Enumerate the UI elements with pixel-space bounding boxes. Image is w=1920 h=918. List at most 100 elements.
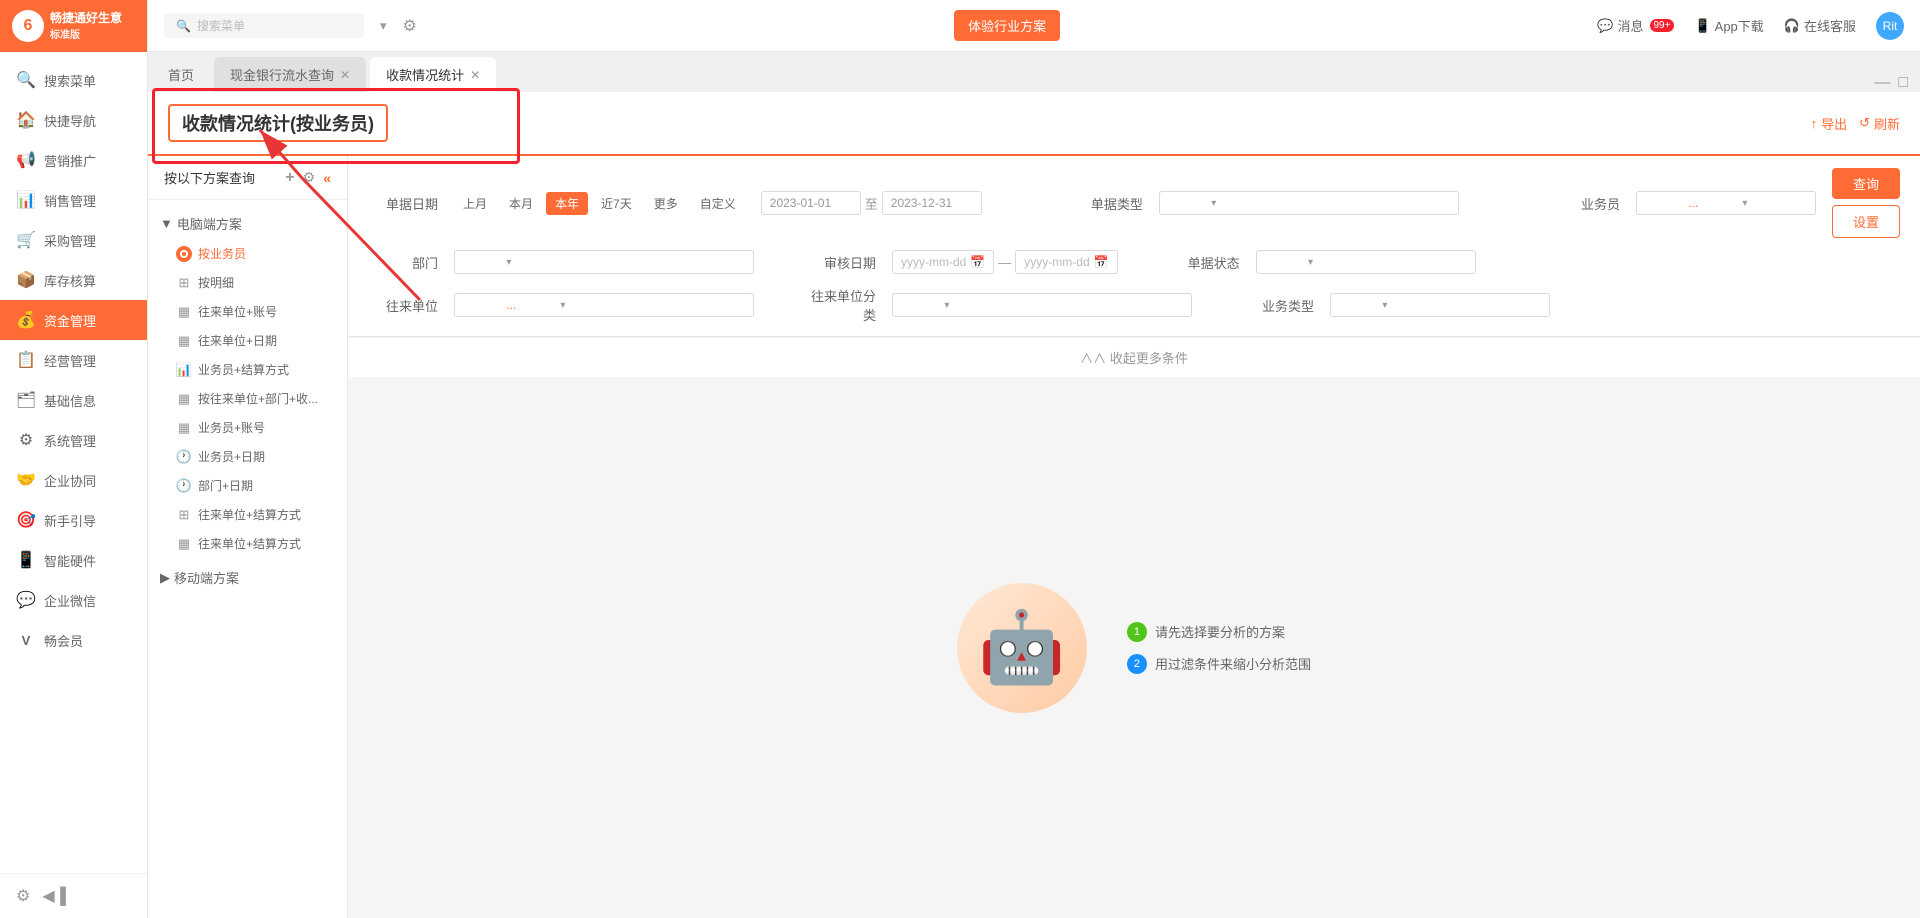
tree-child-by-salesman[interactable]: 按业务员 [148,239,347,268]
promo-button[interactable]: 体验行业方案 [954,10,1060,41]
tree-parent-desktop[interactable]: ▼ 电脑端方案 [148,208,347,239]
main-content: 🔍 搜索菜单 ▾ ⚙ 体验行业方案 💬 消息 99+ 📱 App下载 🎧 在线客… [148,0,1920,918]
tab-bar: 首页 现金银行流水查询 ✕ 收款情况统计 ✕ — □ [148,52,1920,92]
shortcut-this-month[interactable]: 本月 [500,192,542,215]
sidebar-item-purchase[interactable]: 🛒 采购管理 [0,220,147,260]
tree-parent-label: 移动端方案 [174,568,239,587]
add-scheme-icon[interactable]: + [285,169,294,187]
tree-child-partner-date[interactable]: ▦ 往来单位+日期 [148,326,347,355]
right-panel: 单据日期 上月 本月 本年 近7天 更多 自定义 2023-01-01 [348,156,1920,918]
dept-date-icon: 🕐 [176,478,192,494]
dept-select[interactable]: ▾ [454,250,754,274]
review-date-to[interactable]: yyyy-mm-dd 📅 [1015,250,1117,274]
sidebar-item-wechat[interactable]: 💬 企业微信 [0,580,147,620]
sidebar-item-search-menu[interactable]: 🔍 搜索菜单 [0,60,147,100]
sidebar-item-basic-info[interactable]: 🗂 基础信息 [0,380,147,420]
calendar-from-icon: 📅 [970,255,985,269]
collapse-sidebar-icon[interactable]: ◀▐ [42,886,66,906]
refresh-button[interactable]: ↺ 刷新 [1859,114,1900,133]
partner-category-select[interactable]: ▾ [892,293,1192,317]
salesman-more-btn[interactable]: ... [1688,196,1698,210]
scheme-settings-icon[interactable]: ⚙ [303,169,316,186]
settings-bottom-icon[interactable]: ⚙ [16,886,30,906]
business-type-label: 业务类型 [1244,296,1314,315]
shortcut-more[interactable]: 更多 [645,192,687,215]
sidebar-item-marketing[interactable]: 📢 营销推广 [0,140,147,180]
page-title: 收款情况统计(按业务员) [168,104,388,142]
app-download-group[interactable]: 📱 App下载 [1694,16,1763,35]
page-content: 收款情况统计(按业务员) ↑ 导出 ↺ 刷新 按以下方案查询 + [148,92,1920,918]
doc-type-select[interactable]: ▾ [1159,191,1459,215]
sidebar-item-enterprise[interactable]: 🤝 企业协同 [0,460,147,500]
sidebar-item-sales[interactable]: 📊 销售管理 [0,180,147,220]
tree-child-label: 业务员+结算方式 [198,361,289,378]
tree-child-partner-settle1[interactable]: ⊞ 往来单位+结算方式 [148,500,347,529]
date-from-input[interactable]: 2023-01-01 [761,191,861,215]
salesman-label: 业务员 [1550,194,1620,213]
tab-bank-flow-label: 现金银行流水查询 [230,65,334,84]
tree-child-partner-account[interactable]: ▦ 往来单位+账号 [148,297,347,326]
tree-child-label: 往来单位+账号 [198,303,277,320]
partner-more-btn[interactable]: ... [506,298,516,312]
sidebar-item-sys-mgmt[interactable]: ⚙ 系统管理 [0,420,147,460]
shortcut-custom[interactable]: 自定义 [691,192,745,215]
sidebar-item-quick-nav[interactable]: 🏠 快捷导航 [0,100,147,140]
dept-label: 部门 [368,253,438,272]
collapse-bar[interactable]: ∧∧ 收起更多条件 [348,337,1920,377]
search-button[interactable]: 查询 [1832,168,1900,199]
tab-bank-flow-close[interactable]: ✕ [340,68,350,82]
tree-parent-mobile[interactable]: ▶ 移动端方案 [148,562,347,593]
sidebar-item-inventory[interactable]: 📦 库存核算 [0,260,147,300]
tree-child-dept-date[interactable]: 🕐 部门+日期 [148,471,347,500]
date-range: 2023-01-01 至 2023-12-31 [761,191,982,215]
tab-collection-stats[interactable]: 收款情况统计 ✕ [370,57,496,92]
review-date-label: 审核日期 [806,253,876,272]
salesman-select[interactable]: ... ▾ [1636,191,1816,215]
shortcut-7days[interactable]: 近7天 [592,192,641,215]
shortcut-last-month[interactable]: 上月 [454,192,496,215]
export-button[interactable]: ↑ 导出 [1811,114,1848,133]
tree-child-label: 往来单位+结算方式 [198,506,301,523]
dropdown-arrow-icon[interactable]: ▾ [380,18,387,34]
doc-status-select[interactable]: ▾ [1256,250,1476,274]
sidebar-item-capital[interactable]: 💰 资金管理 [0,300,147,340]
tab-home[interactable]: 首页 [152,57,210,92]
partner-select[interactable]: ... ▾ [454,293,754,317]
tree-child-salesman-account[interactable]: ▦ 业务员+账号 [148,413,347,442]
sidebar-item-label: 智能硬件 [44,551,96,570]
tree-child-partner-dept[interactable]: ▦ 按往来单位+部门+收... [148,384,347,413]
calendar-to-icon: 📅 [1094,255,1109,269]
header-promo-btn[interactable]: 体验行业方案 [954,10,1060,41]
tree-child-by-detail[interactable]: ⊞ 按明细 [148,268,347,297]
review-date-from[interactable]: yyyy-mm-dd 📅 [892,250,994,274]
header-search[interactable]: 🔍 搜索菜单 [164,13,364,38]
business-type-select[interactable]: ▾ [1330,293,1550,317]
empty-tip-2: 2 用过滤条件来缩小分析范围 [1127,654,1311,674]
date-label: 单据日期 [368,194,438,213]
maximize-icon[interactable]: □ [1898,74,1908,92]
sidebar-item-member[interactable]: V 畅会员 [0,620,147,660]
shortcut-this-year[interactable]: 本年 [546,192,588,215]
collapse-panel-icon[interactable]: « [323,170,331,186]
minimize-icon[interactable]: — [1874,74,1890,92]
sidebar-item-smart-hardware[interactable]: 📱 智能硬件 [0,540,147,580]
settings-button[interactable]: 设置 [1832,205,1900,238]
tab-collection-stats-close[interactable]: ✕ [470,68,480,82]
tree-child-label: 往来单位+结算方式 [198,535,301,552]
date-to-input[interactable]: 2023-12-31 [882,191,982,215]
tab-collection-stats-label: 收款情况统计 [386,65,464,84]
tree-child-salesman-settlement[interactable]: 📊 业务员+结算方式 [148,355,347,384]
sidebar-item-guide[interactable]: 🎯 新手引导 [0,500,147,540]
salesman-account-icon: ▦ [176,420,192,436]
sidebar-item-label: 资金管理 [44,311,96,330]
partner-settle2-icon: ▦ [176,536,192,552]
content-area: 按以下方案查询 + ⚙ « ▼ 电脑端方案 按业务员 [148,156,1920,918]
tree-child-salesman-date[interactable]: 🕐 业务员+日期 [148,442,347,471]
messages-group[interactable]: 💬 消息 99+ [1597,16,1674,35]
tab-bank-flow[interactable]: 现金银行流水查询 ✕ [214,57,366,92]
user-avatar-group[interactable]: Rit [1876,12,1904,40]
gear-icon[interactable]: ⚙ [403,16,417,36]
tree-child-partner-settle2[interactable]: ▦ 往来单位+结算方式 [148,529,347,558]
online-service-group[interactable]: 🎧 在线客服 [1784,16,1856,35]
sidebar-item-operations[interactable]: 📋 经营管理 [0,340,147,380]
